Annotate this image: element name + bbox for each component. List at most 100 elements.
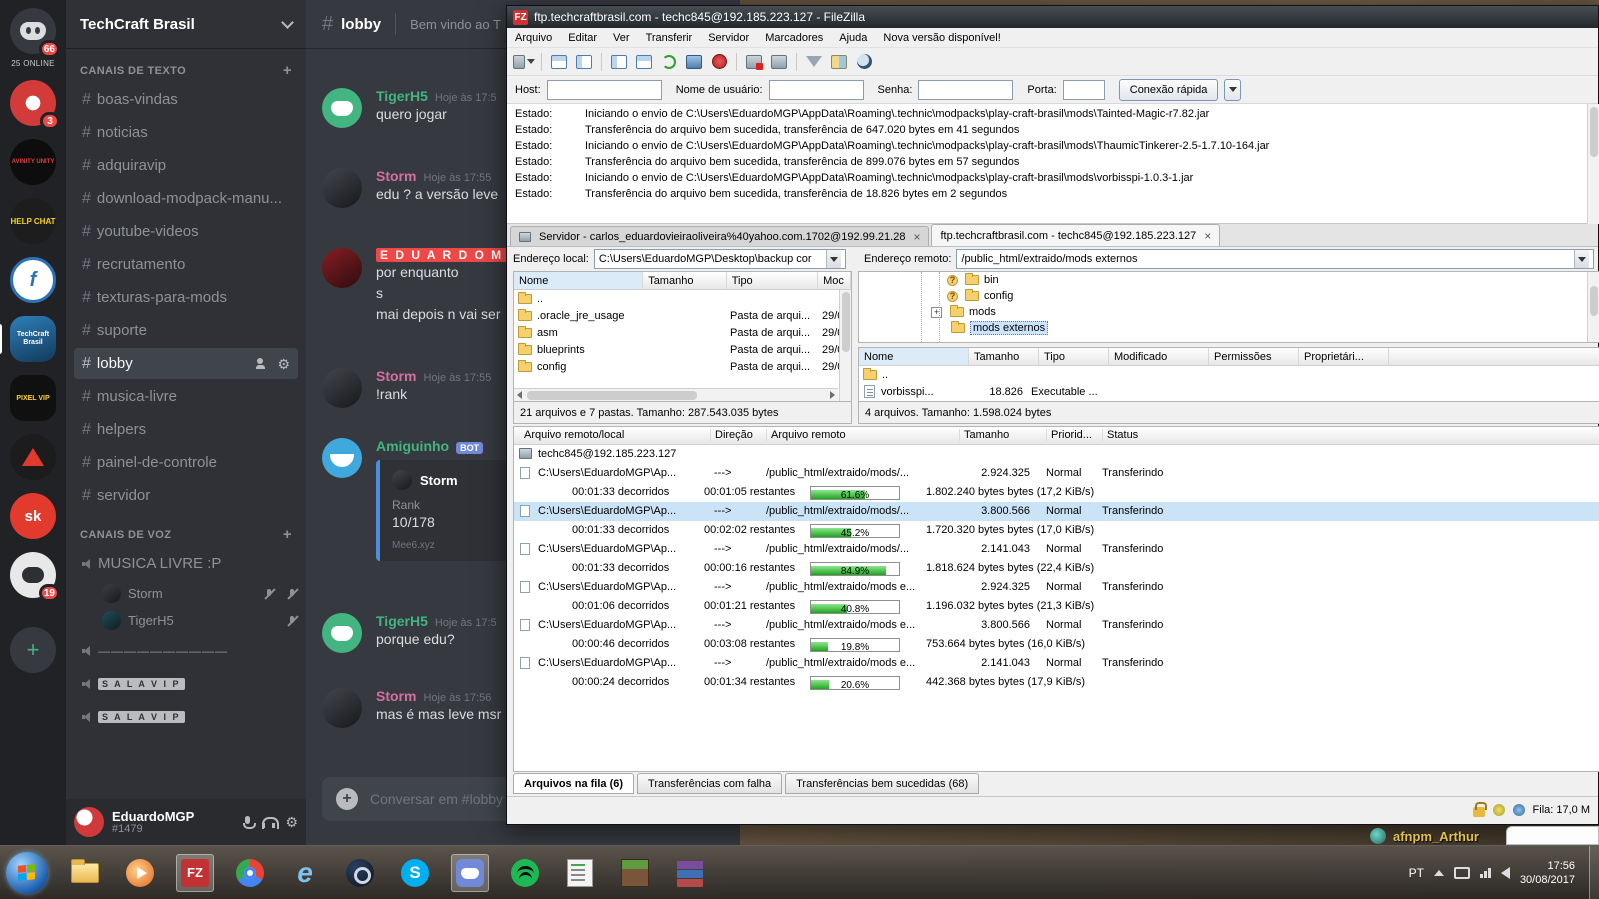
file-row[interactable]: vorbisspi... 18.826 Executable ... <box>859 383 1599 400</box>
taskbar-item-skype[interactable]: S <box>396 854 434 892</box>
column-nome[interactable]: Nome <box>859 348 969 365</box>
menu-editar[interactable]: Editar <box>560 32 605 44</box>
voice-user-storm[interactable]: Storm <box>102 580 298 607</box>
message-author[interactable]: TigerH5 <box>376 613 428 629</box>
remote-tree-item-bin[interactable]: ? bin <box>859 272 1599 288</box>
taskbar-item-steam[interactable] <box>341 854 379 892</box>
file-row[interactable]: .. <box>514 290 851 307</box>
username-input[interactable] <box>768 79 864 100</box>
sidebar-item-boas-vindas[interactable]: # boas-vindas <box>74 84 298 115</box>
local-vertical-scrollbar[interactable] <box>839 290 851 401</box>
voice-channel-musica-livre[interactable]: MUSICA LIVRE :P <box>74 548 298 579</box>
sidebar-item-suporte[interactable]: # suporte <box>74 315 298 346</box>
file-row[interactable]: asm Pasta de arqui... 29/0 <box>514 324 851 341</box>
close-icon[interactable]: × <box>1204 229 1211 243</box>
taskbar-item-winrar[interactable] <box>671 854 709 892</box>
column-tamanho[interactable]: Tamanho <box>643 272 727 289</box>
avatar[interactable] <box>322 613 362 653</box>
menu-transferir[interactable]: Transferir <box>638 32 701 44</box>
scroll-left-arrow[interactable] <box>514 390 525 401</box>
start-button[interactable] <box>6 851 48 894</box>
language-indicator[interactable]: PT <box>1409 866 1424 880</box>
avatar[interactable] <box>322 168 362 208</box>
channel-settings-icon[interactable]: ⚙ <box>277 357 290 371</box>
server-icon-techcraft-brasil[interactable]: TechCraft Brasil <box>0 316 56 362</box>
refresh-button[interactable] <box>658 51 680 73</box>
queue-item[interactable]: C:\Users\EduardoMGP\Ap... ---> /public_h… <box>514 502 1599 521</box>
queue-item[interactable]: C:\Users\EduardoMGP\Ap... ---> /public_h… <box>514 578 1599 597</box>
avatar[interactable] <box>322 88 362 128</box>
server-icon-triangle[interactable] <box>10 434 56 480</box>
column-nome[interactable]: Nome <box>514 272 644 289</box>
remote-tree-item-mods-externos[interactable]: mods externos <box>859 320 1599 336</box>
file-row[interactable]: .. <box>859 366 1599 383</box>
network-icon[interactable] <box>1479 867 1491 878</box>
taskbar-item-internet-explorer[interactable]: e <box>286 854 324 892</box>
add-channel-button[interactable]: + <box>283 62 292 79</box>
combo-dropdown-button[interactable] <box>1574 250 1589 268</box>
avatar[interactable] <box>322 688 362 728</box>
menu-servidor[interactable]: Servidor <box>700 32 757 44</box>
sidebar-item-adquiravip[interactable]: # adquiravip <box>74 150 298 181</box>
sidebar-item-lobby[interactable]: # lobby ⚙ <box>74 348 298 379</box>
log-scrollbar[interactable] <box>1587 104 1599 224</box>
compare-button[interactable] <box>828 51 850 73</box>
voice-channel-sala-vip-1[interactable]: S A L A V I P <box>74 668 298 699</box>
remote-tree-item-mods[interactable]: + mods <box>859 304 1599 320</box>
process-queue-button[interactable] <box>683 51 705 73</box>
local-address-combo[interactable]: C:\Users\EduardoMGP\Desktop\backup cor <box>593 249 846 269</box>
scroll-right-arrow[interactable] <box>827 390 838 401</box>
volume-icon[interactable] <box>1500 866 1510 879</box>
server-header[interactable]: TechCraft Brasil <box>66 0 306 48</box>
taskbar-item-discord[interactable] <box>451 853 489 892</box>
expand-icon[interactable]: + <box>931 306 942 318</box>
file-row[interactable]: blueprints Pasta de arqui... 29/0 <box>514 341 851 358</box>
attach-file-button[interactable]: + <box>336 788 358 810</box>
toggle-message-log-button[interactable] <box>548 51 570 73</box>
voice-channel-sala-vip-2[interactable]: S A L A V I P <box>74 701 298 732</box>
remote-tree-item-config[interactable]: ? config <box>859 288 1599 304</box>
taskbar-item-filezilla[interactable]: FZ <box>176 853 214 892</box>
quickconnect-dropdown-button[interactable] <box>1224 78 1242 101</box>
sidebar-item-painel-de-controle[interactable]: # painel-de-controle <box>74 447 298 478</box>
server-icon-f[interactable]: f <box>10 257 56 303</box>
title-bar[interactable]: FZ ftp.techcraftbrasil.com - techc845@19… <box>507 6 1598 28</box>
scrollbar-thumb[interactable] <box>842 292 850 352</box>
column-modificado[interactable]: Modificado <box>1109 348 1209 365</box>
server-icon-sk[interactable]: sk <box>10 493 56 539</box>
site-manager-button[interactable] <box>513 51 535 73</box>
sidebar-item-noticias[interactable]: # noticias <box>74 117 298 148</box>
message-author[interactable]: Storm <box>376 168 416 184</box>
tab-arquivos-na-fila[interactable]: Arquivos na fila (6) <box>513 773 635 794</box>
menu-ajuda[interactable]: Ajuda <box>831 32 875 44</box>
add-voice-channel-button[interactable]: + <box>283 526 292 543</box>
port-input[interactable] <box>1062 79 1105 100</box>
sidebar-item-download-modpack[interactable]: # download-modpack-manu... <box>74 183 298 214</box>
invite-people-icon[interactable] <box>256 358 269 369</box>
queue-server-row[interactable]: techc845@192.185.223.127 <box>514 445 1599 464</box>
scrollbar-thumb[interactable] <box>1590 286 1598 316</box>
message-author[interactable]: Amiguinho <box>376 438 449 454</box>
notification-icon[interactable] <box>1492 803 1505 816</box>
server-icon-home[interactable]: 66 <box>10 8 60 58</box>
queue-item[interactable]: C:\Users\EduardoMGP\Ap... ---> /public_h… <box>514 464 1599 483</box>
message-author[interactable]: Storm <box>376 368 416 384</box>
hidden-icons-button[interactable] <box>1433 869 1444 876</box>
avatar[interactable] <box>322 368 362 408</box>
queue-item[interactable]: C:\Users\EduardoMGP\Ap... ---> /public_h… <box>514 654 1599 673</box>
disconnect-button[interactable] <box>743 51 765 73</box>
toggle-local-tree-button[interactable] <box>573 51 595 73</box>
message-author[interactable]: Storm <box>376 688 416 704</box>
column-tamanho[interactable]: Tamanho <box>959 429 1009 441</box>
find-files-button[interactable] <box>853 51 875 73</box>
tree-vertical-scrollbar[interactable] <box>1587 272 1599 342</box>
column-tipo[interactable]: Tipo <box>1039 348 1109 365</box>
encryption-lock-icon[interactable] <box>1472 801 1487 817</box>
column-proprietario[interactable]: Proprietári... <box>1299 348 1389 365</box>
password-input[interactable] <box>918 79 1014 100</box>
quickconnect-button[interactable]: Conexão rápida <box>1118 78 1219 101</box>
column-tamanho[interactable]: Tamanho <box>969 348 1039 365</box>
tab-transferencias-com-falha[interactable]: Transferências com falha <box>637 773 783 794</box>
filter-button[interactable] <box>803 51 825 73</box>
tab-server-1[interactable]: Servidor - carlos_eduardovieiraoliveira%… <box>510 226 930 246</box>
